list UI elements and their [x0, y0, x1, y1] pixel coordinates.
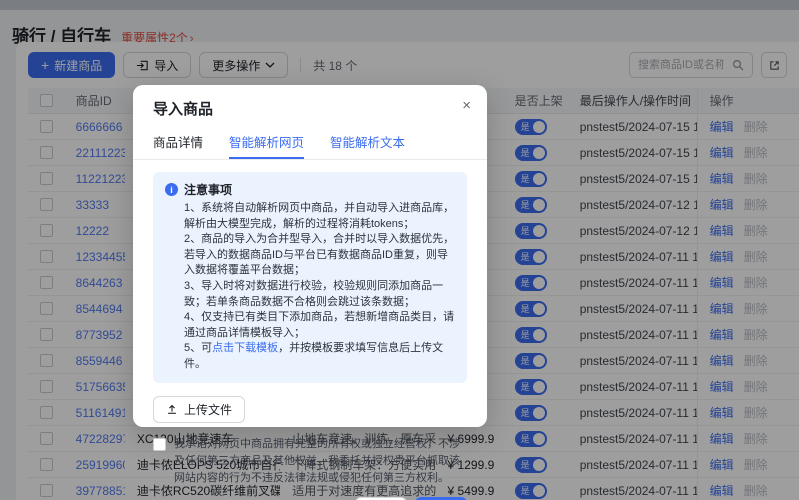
modal-header: 导入商品 ×	[133, 85, 487, 125]
download-template-link[interactable]: 点击下载模板	[212, 342, 278, 354]
notice-box: i 注意事项 1、系统将自动解析网页中商品，并自动导入进商品库，解析由大模型完成…	[153, 172, 467, 383]
notice-item: 2、商品的导入为合并型导入，合并时以导入数据优先，若导入的数据商品ID与平台已有…	[184, 233, 455, 277]
consent-text: 我承诺对网页中商品拥有完整的所有权或独立经营权，不涉及任何第三方商品及其他权益，…	[174, 437, 460, 484]
upload-icon	[168, 404, 176, 415]
notice-title: 注意事项	[184, 183, 233, 197]
modal-tab-1[interactable]: 智能解析网页	[229, 125, 305, 159]
notice-item: 1、系统将自动解析网页中商品，并自动导入进商品库，解析由大模型完成，解析的过程将…	[184, 202, 455, 230]
close-icon[interactable]: ×	[462, 97, 471, 114]
notice-item: 4、仅支持已有类目下添加商品，若想新增商品类目，请通过商品详情模板导入；	[184, 311, 455, 339]
consent-checkbox[interactable]	[153, 437, 166, 451]
info-icon: i	[165, 183, 178, 196]
modal-body: i 注意事项 1、系统将自动解析网页中商品，并自动导入进商品库，解析由大模型完成…	[133, 160, 487, 487]
notice-item: 3、导入时将对数据进行校验，校验规则同添加商品一致；若单条商品数据不合格则会跳过…	[184, 280, 444, 308]
notice-item: 5、可点击下载模板，并按模板要求填写信息后上传文件。	[184, 342, 444, 371]
modal-tab-2[interactable]: 智能解析文本	[330, 125, 405, 159]
modal-tabs: 商品详情 智能解析网页 智能解析文本	[133, 125, 487, 160]
upload-file-button[interactable]: 上传文件	[153, 395, 246, 423]
modal-tab-0[interactable]: 商品详情	[153, 125, 203, 159]
notice-items: 1、系统将自动解析网页中商品，并自动导入进商品库，解析由大模型完成，解析的过程将…	[165, 201, 455, 373]
modal-footer: 取消 确认	[133, 487, 487, 500]
consent-row: 我承诺对网页中商品拥有完整的所有权或独立经营权，不涉及任何第三方商品及其他权益，…	[153, 436, 467, 487]
import-product-modal: 导入商品 × 商品详情 智能解析网页 智能解析文本 i 注意事项 1、系统将自动解析…	[133, 85, 487, 500]
modal-title: 导入商品	[153, 101, 214, 118]
